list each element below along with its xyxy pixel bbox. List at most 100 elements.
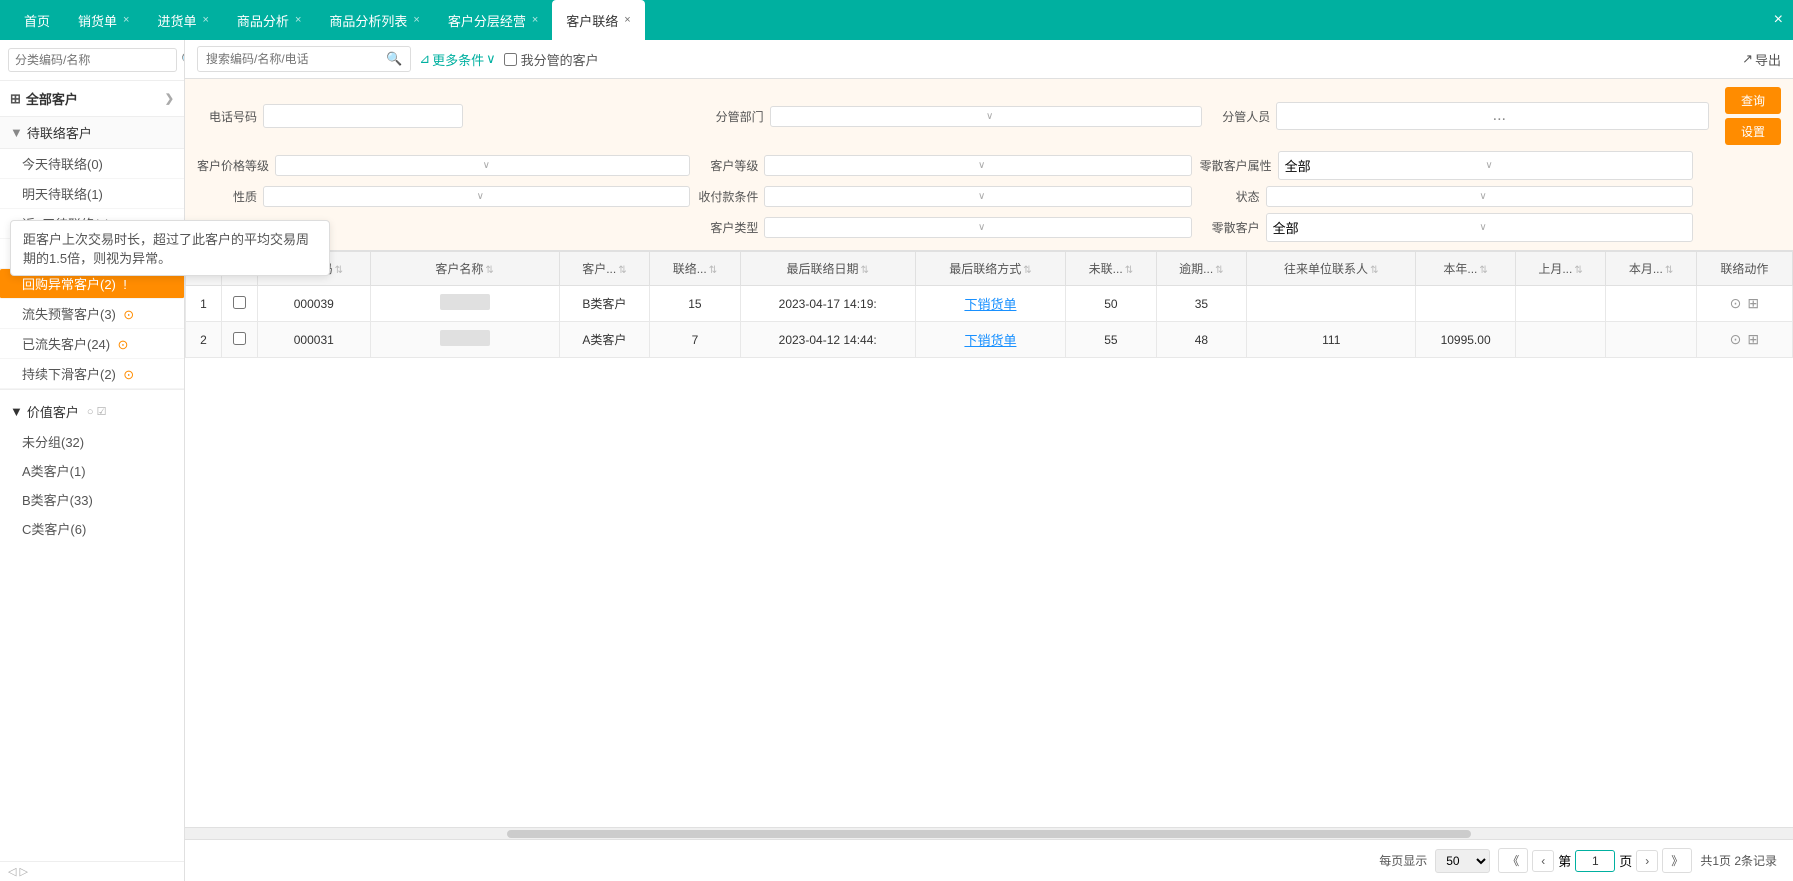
close-product-list-tab[interactable]: ×	[413, 14, 419, 26]
next-page-button[interactable]: ›	[1636, 850, 1658, 872]
export-icon: ↗	[1742, 51, 1753, 67]
col-type[interactable]: 客户...⇅	[559, 252, 649, 286]
settings-button[interactable]: 设置	[1725, 118, 1781, 145]
close-product-analysis-tab[interactable]: ×	[295, 14, 301, 26]
cell-last-date: 2023-04-17 14:19:	[740, 286, 915, 322]
retail-customer-select[interactable]: 全部 ∨	[1266, 213, 1693, 242]
nav-customer-contact[interactable]: 客户联络 ×	[552, 0, 644, 40]
status-select[interactable]: ∨	[1266, 186, 1693, 207]
manager-select[interactable]: ...	[1276, 102, 1709, 130]
customer-level-select[interactable]: ∨	[764, 155, 1191, 176]
sidebar-bottom-arrows[interactable]: ◁ ▷	[8, 865, 28, 878]
customer-type-field: 客户类型 ∨	[698, 217, 1191, 238]
pending-group-header[interactable]: ▼ 待联络客户	[0, 117, 184, 149]
link-action-icon[interactable]: ⊙	[1730, 331, 1742, 348]
search-input[interactable]	[206, 52, 386, 66]
sidebar-section: ⊞ 全部客户 ❯ ▼ 待联络客户 今天待联络(0) 明天待联络(1) 近7天待联…	[0, 81, 184, 861]
nav-home[interactable]: 首页	[10, 0, 64, 40]
per-page-label: 每页显示	[1379, 852, 1427, 869]
last-page-button[interactable]: 》	[1662, 848, 1692, 873]
close-sales-tab[interactable]: ×	[123, 14, 129, 26]
nav-customer-segment[interactable]: 客户分层经营 ×	[434, 0, 552, 40]
nav-purchase[interactable]: 进货单 ×	[143, 0, 222, 40]
sidebar-item-today[interactable]: 今天待联络(0)	[0, 149, 184, 179]
sidebar-item-churn-warning[interactable]: 流失预警客户(3) ⊙	[0, 299, 184, 329]
grid-icon: ⊞	[10, 91, 21, 107]
my-customers-checkbox[interactable]	[504, 53, 517, 66]
sidebar-item-c-class[interactable]: C类客户(6)	[0, 514, 184, 543]
retail-attr-field: 零散客户属性 全部 ∨	[1200, 151, 1693, 180]
collapse-sidebar-button[interactable]: ❯	[165, 92, 174, 105]
more-action-icon[interactable]: ⊞	[1747, 331, 1759, 348]
export-button[interactable]: ↗ 导出	[1742, 50, 1781, 69]
dept-select[interactable]: ∨	[770, 106, 1203, 127]
cell-this-year: 10995.00	[1416, 322, 1515, 358]
status-arrow-icon: ∨	[1479, 191, 1686, 202]
col-overdue[interactable]: 逾期...⇅	[1156, 252, 1246, 286]
col-last-date[interactable]: 最后联络日期⇅	[740, 252, 915, 286]
nav-product-analysis[interactable]: 商品分析 ×	[223, 0, 315, 40]
close-purchase-tab[interactable]: ×	[202, 14, 208, 26]
chevron-down-icon: ∨	[486, 51, 496, 67]
category-search-input[interactable]	[8, 48, 177, 72]
col-contacts[interactable]: 联络...⇅	[650, 252, 740, 286]
close-customer-contact-tab[interactable]: ×	[624, 14, 630, 26]
prev-page-button[interactable]: ‹	[1532, 850, 1554, 872]
price-level-select[interactable]: ∨	[275, 155, 690, 176]
col-uncontacted[interactable]: 未联...⇅	[1066, 252, 1156, 286]
all-customers-header[interactable]: ⊞ 全部客户 ❯	[0, 81, 184, 117]
more-conditions-button[interactable]: ⊿ 更多条件 ∨	[419, 50, 495, 69]
filter-bar: 🔍 ⊿ 更多条件 ∨ 我分管的客户 ↗ 导出	[185, 40, 1793, 79]
payment-select[interactable]: ∨	[764, 186, 1191, 207]
more-action-icon[interactable]: ⊞	[1747, 295, 1759, 312]
customer-level-arrow-icon: ∨	[978, 160, 1185, 171]
cell-checkbox[interactable]	[222, 322, 258, 358]
nav-sales[interactable]: 销货单 ×	[64, 0, 143, 40]
col-last-month[interactable]: 上月...⇅	[1515, 252, 1605, 286]
sidebar-left-bottom: ◁ ▷	[0, 861, 184, 881]
horizontal-scroll-thumb[interactable]	[507, 830, 1472, 838]
sidebar-item-declining[interactable]: 持续下滑客户(2) ⊙	[0, 359, 184, 389]
phone-input[interactable]	[263, 104, 463, 128]
table-wrapper[interactable]: ⚙ 客户编码⇅ 客户名称⇅ 客户...⇅ 联络...⇅ 最后联络日期⇅ 最后联络…	[185, 251, 1793, 827]
sidebar-item-b-class[interactable]: B类客户(33)	[0, 485, 184, 514]
link-action-icon[interactable]: ⊙	[1730, 295, 1742, 312]
nav-product-list[interactable]: 商品分析列表 ×	[315, 0, 433, 40]
nature-select[interactable]: ∨	[263, 186, 690, 207]
tooltip-box: 距客户上次交易时长，超过了此客户的平均交易周期的1.5倍，则视为异常。	[185, 220, 330, 276]
current-page-input[interactable]	[1575, 850, 1615, 872]
retail-attr-select[interactable]: 全部 ∨	[1278, 151, 1693, 180]
my-customers-toggle[interactable]: 我分管的客户	[504, 50, 599, 69]
first-page-button[interactable]: 《	[1498, 848, 1528, 873]
value-group-icons[interactable]: ○ ☑	[87, 405, 107, 418]
top-navigation: 首页 销货单 × 进货单 × 商品分析 × 商品分析列表 × 客户分层经营 × …	[0, 0, 1793, 40]
sidebar-item-ungroup[interactable]: 未分组(32)	[0, 427, 184, 456]
cell-last-method[interactable]: 下销货单	[915, 286, 1065, 322]
cell-last-method[interactable]: 下销货单	[915, 322, 1065, 358]
col-this-year[interactable]: 本年...⇅	[1416, 252, 1515, 286]
search-icon[interactable]: 🔍	[386, 51, 402, 67]
value-group-header[interactable]: ▼ 价值客户 ○ ☑	[0, 396, 184, 427]
col-last-method[interactable]: 最后联络方式⇅	[915, 252, 1065, 286]
sidebar-item-tomorrow[interactable]: 明天待联络(1)	[0, 179, 184, 209]
col-this-month[interactable]: 本月...⇅	[1606, 252, 1696, 286]
manager-dots-button[interactable]: ...	[1489, 107, 1702, 125]
cell-index: 2	[186, 322, 222, 358]
query-button[interactable]: 查询	[1725, 87, 1781, 114]
per-page-select[interactable]: 50 100 200	[1435, 849, 1490, 873]
row-checkbox[interactable]	[233, 296, 246, 309]
cell-action: ⊙ ⊞	[1696, 322, 1792, 358]
horizontal-scrollbar[interactable]	[185, 827, 1793, 839]
table-row: 2 000031 A类客户 7 2023-04-12 14:44: 下销货单 5…	[186, 322, 1793, 358]
cell-action: ⊙ ⊞	[1696, 286, 1792, 322]
sidebar-item-a-class[interactable]: A类客户(1)	[0, 456, 184, 485]
close-customer-segment-tab[interactable]: ×	[532, 14, 538, 26]
window-close-button[interactable]: ×	[1774, 11, 1783, 29]
cell-this-month	[1606, 286, 1696, 322]
sidebar-item-churned[interactable]: 已流失客户(24) ⊙	[0, 329, 184, 359]
row-checkbox[interactable]	[233, 332, 246, 345]
col-unit-contact[interactable]: 往来单位联系人⇅	[1247, 252, 1416, 286]
customer-type-select[interactable]: ∨	[764, 217, 1191, 238]
cell-checkbox[interactable]	[222, 286, 258, 322]
col-name[interactable]: 客户名称⇅	[370, 252, 559, 286]
